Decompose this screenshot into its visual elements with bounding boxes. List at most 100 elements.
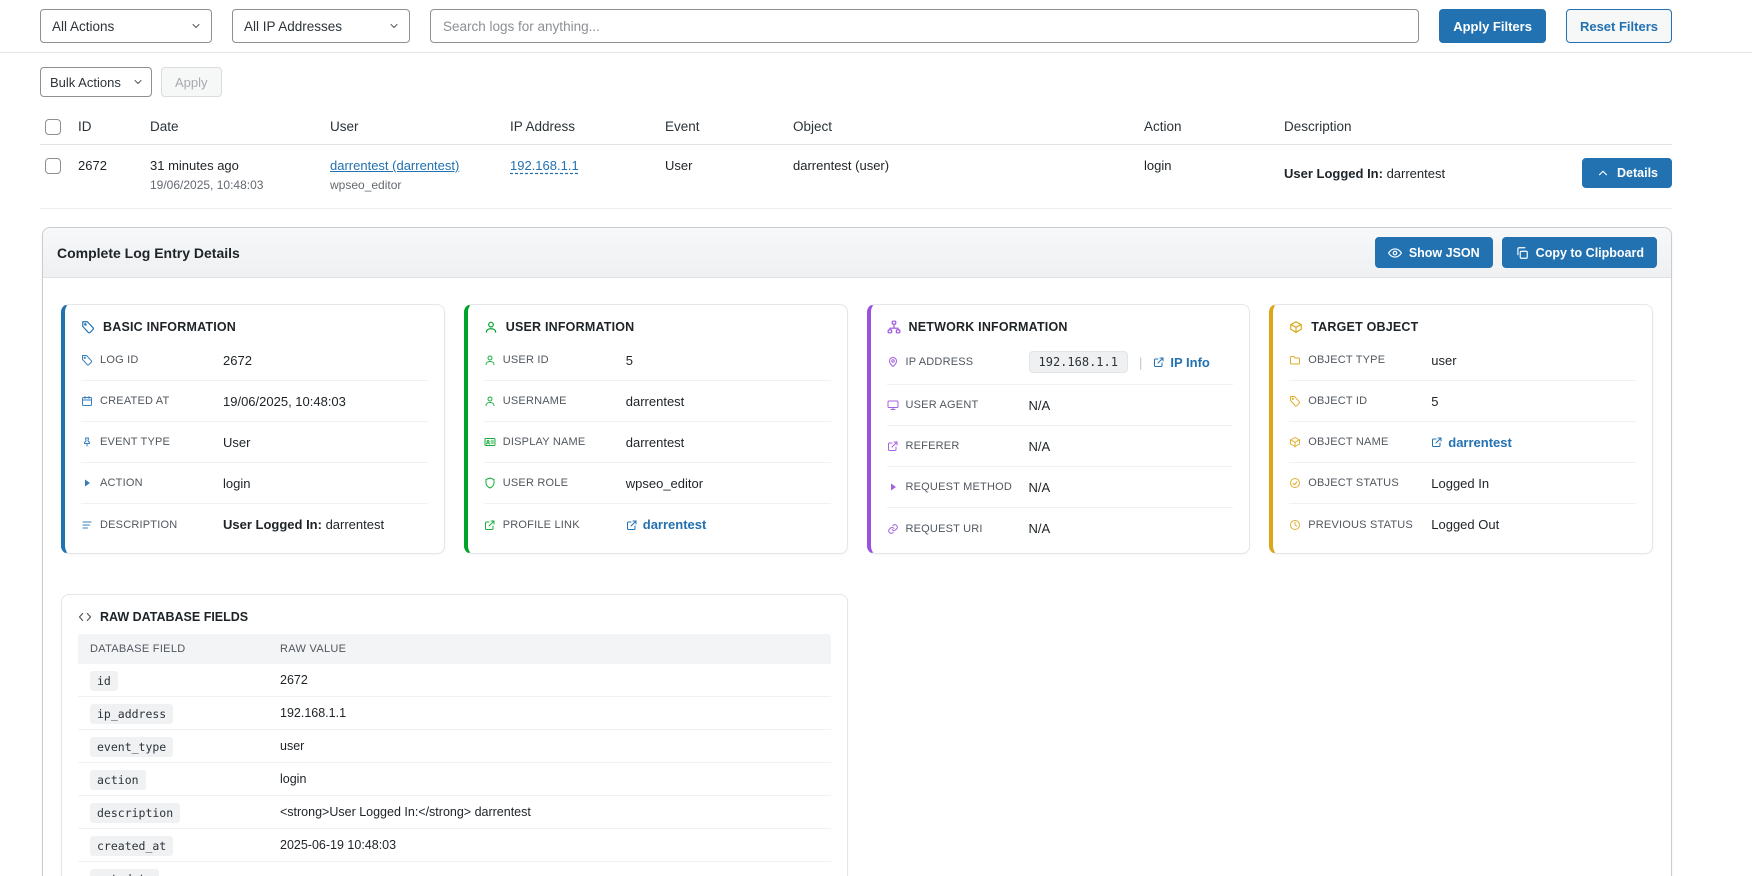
user-link[interactable]: darrentest (darrentest) (330, 158, 459, 173)
bulk-apply-button[interactable]: Apply (161, 67, 222, 97)
detail-row-object-status: OBJECT STATUS Logged In (1289, 463, 1636, 504)
copy-to-clipboard-button[interactable]: Copy to Clipboard (1502, 237, 1657, 268)
detail-row-object-type: OBJECT TYPE user (1289, 340, 1636, 381)
raw-card-title: RAW DATABASE FIELDS (78, 608, 831, 634)
event-cell: User (665, 158, 793, 173)
user-icon (484, 320, 498, 334)
raw-section: RAW DATABASE FIELDS DATABASE FIELD RAW V… (43, 554, 1671, 876)
id-card-icon (484, 436, 496, 448)
network-information-card: NETWORK INFORMATION IP ADDRESS 192.168.1… (867, 304, 1251, 554)
column-header-user: User (330, 119, 510, 134)
raw-row-created-at: created_at 2025-06-19 10:48:03 (78, 829, 831, 862)
detail-row-event-type: EVENT TYPE User (81, 422, 428, 463)
external-link-icon (887, 440, 899, 452)
detail-row-created-at: CREATED AT 19/06/2025, 10:48:03 (81, 381, 428, 422)
date-relative: 31 minutes ago (150, 158, 239, 173)
table-row: 2672 31 minutes ago 19/06/2025, 10:48:03… (40, 145, 1672, 209)
action-filter-select[interactable]: All Actions (40, 9, 212, 43)
show-json-button[interactable]: Show JSON (1375, 237, 1493, 268)
detail-row-user-role: USER ROLE wpseo_editor (484, 463, 831, 504)
location-icon (887, 356, 899, 368)
profile-link[interactable]: darrentest (626, 517, 707, 532)
detail-row-referer: REFERER N/A (887, 426, 1234, 467)
select-all-checkbox[interactable] (45, 119, 61, 135)
detail-row-previous-status: PREVIOUS STATUS Logged Out (1289, 504, 1636, 545)
raw-row-ip-address: ip_address 192.168.1.1 (78, 697, 831, 730)
chevron-down-icon (132, 76, 144, 88)
detail-row-ip-address: IP ADDRESS 192.168.1.1 | IP Info (887, 340, 1234, 385)
row-checkbox[interactable] (45, 158, 61, 174)
raw-row-id: id 2672 (78, 664, 831, 697)
ip-filter-select[interactable]: All IP Addresses (232, 9, 410, 43)
date-cell: 31 minutes ago 19/06/2025, 10:48:03 (150, 158, 330, 192)
copy-icon (1515, 246, 1529, 260)
apply-filters-button[interactable]: Apply Filters (1439, 9, 1546, 43)
log-id-cell: 2672 (78, 158, 150, 173)
raw-row-metadata: metadata (78, 862, 831, 876)
check-circle-icon (1289, 477, 1301, 489)
tag-icon (81, 354, 93, 366)
details-panel-title: Complete Log Entry Details (57, 245, 240, 261)
cube-icon (1289, 320, 1303, 334)
target-object-card: TARGET OBJECT OBJECT TYPE user OBJECT ID… (1269, 304, 1653, 554)
detail-row-description: DESCRIPTION User Logged In: darrentest (81, 504, 428, 545)
description-text: User Logged In: darrentest (1284, 166, 1445, 181)
column-header-description: Description (1284, 119, 1672, 134)
chevron-down-icon (388, 20, 400, 32)
user-icon (484, 395, 496, 407)
detail-row-display-name: DISPLAY NAME darrentest (484, 422, 831, 463)
ip-link[interactable]: 192.168.1.1 (510, 158, 579, 173)
detail-row-action: ACTION login (81, 463, 428, 504)
user-cell: darrentest (darrentest) wpseo_editor (330, 158, 510, 192)
detail-cards: BASIC INFORMATION LOG ID 2672 CREATED AT… (43, 278, 1671, 554)
folder-icon (1289, 354, 1301, 366)
tag-icon (1289, 395, 1301, 407)
bulk-actions-select[interactable]: Bulk Actions (40, 67, 152, 97)
card-title: NETWORK INFORMATION (887, 318, 1234, 340)
caret-right-icon (81, 477, 93, 489)
column-header-action: Action (1144, 119, 1284, 134)
reset-filters-button[interactable]: Reset Filters (1566, 9, 1672, 43)
tag-icon (81, 320, 95, 334)
column-header-ip: IP Address (510, 119, 665, 134)
search-input[interactable] (430, 9, 1419, 43)
calendar-icon (81, 395, 93, 407)
detail-row-request-uri: REQUEST URI N/A (887, 508, 1234, 549)
bulk-actions-bar: Bulk Actions Apply (0, 53, 1752, 109)
detail-row-user-agent: USER AGENT N/A (887, 385, 1234, 426)
column-header-date: Date (150, 119, 330, 134)
raw-row-action: action login (78, 763, 831, 796)
object-name-link[interactable]: darrentest (1431, 435, 1512, 450)
external-link-icon (1153, 356, 1165, 368)
details-toggle-button[interactable]: Details (1582, 158, 1672, 188)
action-cell: login (1144, 158, 1284, 173)
column-header-object: Object (793, 119, 1144, 134)
pushpin-icon (81, 436, 93, 448)
ip-filter-value: All IP Addresses (244, 19, 342, 34)
detail-row-username: USERNAME darrentest (484, 381, 831, 422)
cube-icon (1289, 436, 1301, 448)
ip-info-link[interactable]: IP Info (1153, 355, 1209, 370)
details-panel-header: Complete Log Entry Details Show JSON Cop… (43, 228, 1671, 278)
monitor-icon (887, 399, 899, 411)
external-link-icon (1431, 436, 1443, 448)
detail-row-user-id: USER ID 5 (484, 340, 831, 381)
separator: | (1139, 355, 1142, 370)
action-filter-value: All Actions (52, 19, 114, 34)
raw-column-value: RAW VALUE (280, 643, 819, 655)
filter-toolbar: All Actions All IP Addresses Apply Filte… (0, 0, 1752, 53)
basic-information-card: BASIC INFORMATION LOG ID 2672 CREATED AT… (61, 304, 445, 554)
log-details-panel: Complete Log Entry Details Show JSON Cop… (42, 227, 1672, 876)
link-icon (887, 523, 899, 535)
log-table-header: ID Date User IP Address Event Object Act… (40, 109, 1672, 145)
ip-address-chip: 192.168.1.1 (1029, 351, 1128, 373)
caret-right-icon (887, 481, 899, 493)
detail-row-log-id: LOG ID 2672 (81, 340, 428, 381)
user-icon (484, 354, 496, 366)
raw-row-event-type: event_type user (78, 730, 831, 763)
detail-row-profile-link: PROFILE LINK darrentest (484, 504, 831, 545)
detail-row-object-id: OBJECT ID 5 (1289, 381, 1636, 422)
user-role: wpseo_editor (330, 178, 510, 192)
external-link-icon (484, 519, 496, 531)
column-header-id: ID (78, 119, 150, 134)
